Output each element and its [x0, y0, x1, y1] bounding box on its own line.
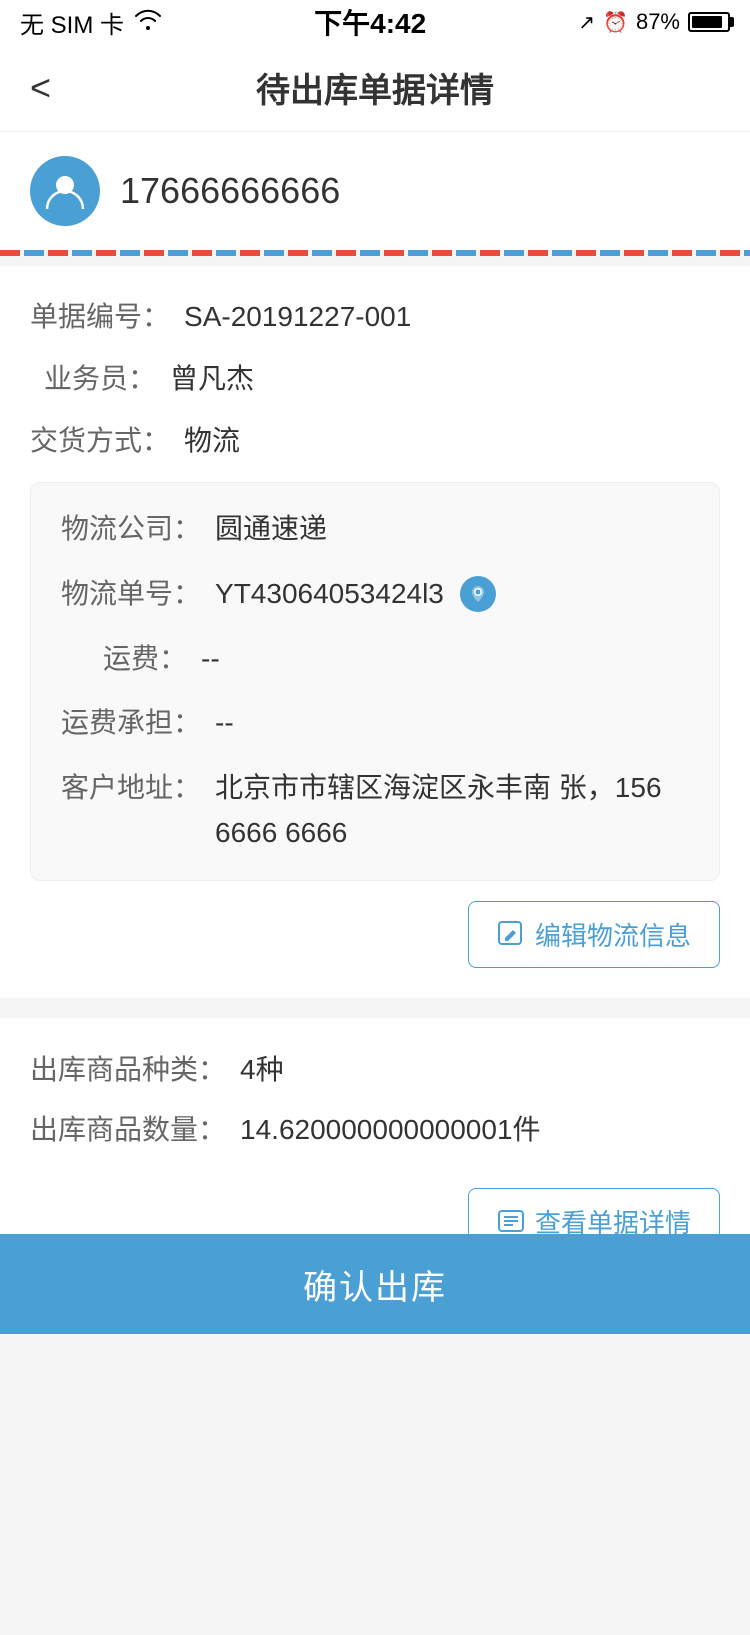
delivery-method-value: 物流 — [184, 420, 720, 462]
status-right: ↗ ⏰ 87% — [578, 9, 730, 35]
freight-bearer-label: 运费承担： — [61, 701, 215, 746]
edit-logistics-area: 编辑物流信息 — [30, 881, 720, 978]
freight-bearer-row: 运费承担： -- — [61, 701, 689, 746]
address-row: 客户地址： 北京市市辖区海淀区永丰南 张，156 6666 6666 — [61, 766, 689, 856]
order-no-label: 单据编号： — [30, 296, 184, 338]
goods-type-value: 4种 — [240, 1048, 720, 1088]
logistics-company-value: 圆通速递 — [215, 507, 689, 552]
delivery-method-row: 交货方式： 物流 — [30, 420, 720, 462]
status-time: 下午4:42 — [314, 2, 426, 42]
tracking-no-row: 物流单号： YT43064053424l3 — [61, 572, 689, 617]
status-left: 无 SIM 卡 — [20, 5, 162, 40]
back-button[interactable]: < — [30, 67, 90, 109]
freight-label: 运费： — [61, 637, 201, 682]
battery-icon — [688, 12, 730, 32]
tracking-no-value: YT43064053424l3 — [215, 572, 689, 617]
freight-value: -- — [201, 637, 689, 682]
order-no-value: SA-20191227-001 — [184, 296, 720, 338]
goods-quantity-row: 出库商品数量： 14.620000000000001件 — [30, 1108, 720, 1148]
logistics-company-row: 物流公司： 圆通速递 — [61, 507, 689, 552]
carrier-label: 无 SIM 卡 — [20, 5, 124, 40]
logistics-company-label: 物流公司： — [61, 507, 215, 552]
avatar — [30, 156, 100, 226]
goods-type-row: 出库商品种类： 4种 — [30, 1048, 720, 1088]
battery-percent: 87% — [636, 9, 680, 35]
freight-bearer-value: -- — [215, 701, 689, 746]
sales-person-value: 曾凡杰 — [170, 358, 720, 400]
section-divider — [0, 998, 750, 1018]
customer-phone: 17666666666 — [120, 170, 340, 212]
edit-icon — [497, 920, 525, 948]
logistics-card: 物流公司： 圆通速递 物流单号： YT43064053424l3 — [30, 482, 720, 881]
sales-person-row: 业务员： 曾凡杰 — [30, 358, 720, 400]
freight-row: 运费： -- — [61, 637, 689, 682]
order-no-row: 单据编号： SA-20191227-001 — [30, 296, 720, 338]
tracking-no-label: 物流单号： — [61, 572, 215, 617]
address-value: 北京市市辖区海淀区永丰南 张，156 6666 6666 — [215, 766, 689, 856]
wifi-icon — [134, 8, 162, 37]
page-title: 待出库单据详情 — [90, 63, 660, 112]
tracking-location-icon[interactable] — [460, 576, 496, 612]
order-info-section: 单据编号： SA-20191227-001 业务员： 曾凡杰 交货方式： 物流 … — [0, 266, 750, 998]
list-icon — [497, 1207, 525, 1235]
goods-quantity-label: 出库商品数量： — [30, 1108, 240, 1148]
confirm-button-label: 确认出库 — [303, 1260, 447, 1309]
delivery-method-label: 交货方式： — [30, 420, 184, 462]
edit-logistics-button[interactable]: 编辑物流信息 — [468, 901, 720, 968]
customer-section: 17666666666 — [0, 132, 750, 250]
dashed-divider — [0, 250, 750, 256]
address-label: 客户地址： — [61, 766, 215, 811]
alarm-icon: ⏰ — [603, 10, 628, 35]
status-bar: 无 SIM 卡 下午4:42 ↗ ⏰ 87% — [0, 0, 750, 44]
sales-person-label: 业务员： — [30, 358, 170, 400]
confirm-button[interactable]: 确认出库 — [0, 1234, 750, 1334]
goods-type-label: 出库商品种类： — [30, 1048, 240, 1088]
nav-bar: < 待出库单据详情 — [0, 44, 750, 132]
goods-quantity-value: 14.620000000000001件 — [240, 1108, 720, 1148]
location-status-icon: ↗ — [578, 10, 595, 35]
